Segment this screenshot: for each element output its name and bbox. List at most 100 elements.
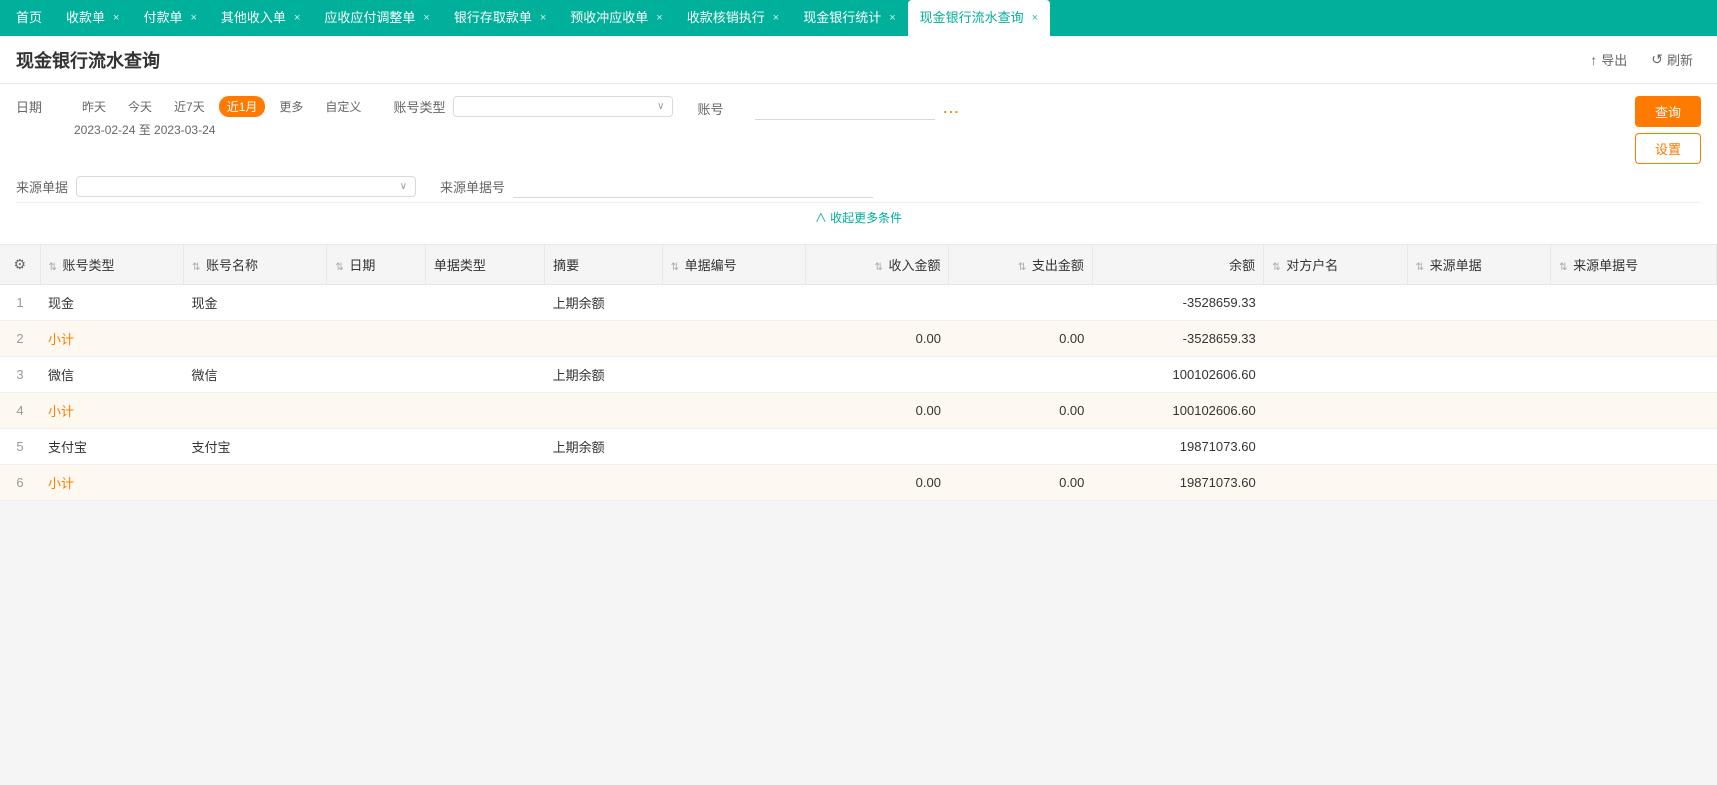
cell-source-doc-no bbox=[1551, 429, 1717, 465]
date-yesterday[interactable]: 昨天 bbox=[74, 96, 114, 117]
account-type-chevron: ∨ bbox=[657, 101, 664, 112]
header-actions: ↑ 导出 ↺ 刷新 bbox=[1582, 46, 1701, 73]
cell-doc-type bbox=[425, 321, 544, 357]
cell-account-type: 小计 bbox=[40, 321, 183, 357]
cell-date bbox=[327, 285, 426, 321]
cell-counterparty bbox=[1264, 357, 1407, 393]
th-settings: ⚙ bbox=[0, 245, 40, 285]
cell-account-name bbox=[183, 465, 326, 501]
nav-bank-flow[interactable]: 现金银行流水查询 × bbox=[908, 0, 1050, 36]
close-other-income-tab[interactable]: × bbox=[294, 0, 300, 36]
table-row[interactable]: 6 小计 0.00 0.00 19871073.60 bbox=[0, 465, 1717, 501]
nav-receipt[interactable]: 收款单 × bbox=[54, 0, 131, 36]
row-number: 3 bbox=[0, 357, 40, 393]
date-1month[interactable]: 近1月 bbox=[219, 96, 266, 117]
date-today[interactable]: 今天 bbox=[120, 96, 160, 117]
sort-source-doc-icon[interactable]: ⇅ bbox=[1416, 262, 1424, 273]
export-button[interactable]: ↑ 导出 bbox=[1582, 46, 1635, 73]
source-doc-select[interactable]: ∨ bbox=[76, 176, 416, 197]
nav-home[interactable]: 首页 bbox=[4, 0, 54, 36]
nav-other-income[interactable]: 其他收入单 × bbox=[209, 0, 312, 36]
data-table: ⚙ ⇅ 账号类型 ⇅ 账号名称 ⇅ 日期 单据类型 bbox=[0, 245, 1717, 501]
close-bank-deposit-tab[interactable]: × bbox=[540, 0, 546, 36]
nav-collection-exec[interactable]: 收款核销执行 × bbox=[675, 0, 791, 36]
account-type-label: 账号类型 bbox=[393, 97, 445, 116]
cell-source-doc-no bbox=[1551, 321, 1717, 357]
cell-expense bbox=[949, 429, 1092, 465]
th-doc-no: ⇅ 单据编号 bbox=[662, 245, 805, 285]
cell-date bbox=[327, 465, 426, 501]
source-doc-label: 来源单据 bbox=[16, 177, 68, 196]
collapse-button[interactable]: ∧ 收起更多条件 bbox=[16, 202, 1701, 232]
refresh-button[interactable]: ↺ 刷新 bbox=[1643, 46, 1701, 73]
close-adjustment-tab[interactable]: × bbox=[423, 0, 429, 36]
sort-expense-icon[interactable]: ⇅ bbox=[1018, 262, 1026, 273]
cell-balance: -3528659.33 bbox=[1092, 285, 1263, 321]
source-doc-num-label: 来源单据号 bbox=[440, 177, 505, 196]
cell-account-type: 支付宝 bbox=[40, 429, 183, 465]
close-collection-exec-tab[interactable]: × bbox=[773, 0, 779, 36]
table-settings-icon[interactable]: ⚙ bbox=[13, 256, 26, 272]
cell-balance: 100102606.60 bbox=[1092, 357, 1263, 393]
cell-doc-type bbox=[425, 465, 544, 501]
sort-account-name-icon[interactable]: ⇅ bbox=[192, 262, 200, 273]
cell-expense: 0.00 bbox=[949, 321, 1092, 357]
cell-doc-no bbox=[662, 285, 805, 321]
date-more[interactable]: 更多 bbox=[271, 96, 311, 117]
page-title: 现金银行流水查询 bbox=[16, 47, 160, 73]
sort-income-icon[interactable]: ⇅ bbox=[874, 262, 882, 273]
cell-account-name bbox=[183, 393, 326, 429]
cell-account-name bbox=[183, 321, 326, 357]
date-shortcuts: 昨天 今天 近7天 近1月 更多 自定义 bbox=[74, 96, 369, 117]
account-ellipsis-button[interactable]: ... bbox=[943, 101, 960, 116]
th-source-doc: ⇅ 来源单据 bbox=[1407, 245, 1550, 285]
close-bank-stats-tab[interactable]: × bbox=[889, 0, 895, 36]
table-row[interactable]: 1 现金 现金 上期余额 -3528659.33 bbox=[0, 285, 1717, 321]
cell-summary: 上期余额 bbox=[545, 429, 662, 465]
date-7days[interactable]: 近7天 bbox=[166, 96, 213, 117]
source-doc-num-filter: 来源单据号 bbox=[440, 174, 873, 198]
close-receipt-tab[interactable]: × bbox=[113, 0, 119, 36]
sort-doc-no-icon[interactable]: ⇅ bbox=[671, 262, 679, 273]
account-input[interactable] bbox=[755, 96, 935, 120]
cell-income bbox=[806, 429, 949, 465]
th-summary: 摘要 bbox=[545, 245, 662, 285]
cell-summary: 上期余额 bbox=[545, 357, 662, 393]
sort-account-type-icon[interactable]: ⇅ bbox=[49, 262, 57, 273]
sort-source-doc-no-icon[interactable]: ⇅ bbox=[1559, 262, 1567, 273]
settings-button[interactable]: 设置 bbox=[1635, 133, 1701, 164]
source-doc-num-input[interactable] bbox=[513, 174, 873, 198]
table-row[interactable]: 3 微信 微信 上期余额 100102606.60 bbox=[0, 357, 1717, 393]
query-button[interactable]: 查询 bbox=[1635, 96, 1701, 127]
account-type-select[interactable]: ∨ bbox=[453, 96, 673, 117]
table-row[interactable]: 2 小计 0.00 0.00 -3528659.33 bbox=[0, 321, 1717, 357]
sort-counterparty-icon[interactable]: ⇅ bbox=[1272, 262, 1280, 273]
sort-date-icon[interactable]: ⇅ bbox=[335, 262, 343, 273]
table-container: ⚙ ⇅ 账号类型 ⇅ 账号名称 ⇅ 日期 单据类型 bbox=[0, 245, 1717, 501]
nav-adjustment[interactable]: 应收应付调整单 × bbox=[312, 0, 441, 36]
account-label: 账号 bbox=[697, 99, 747, 118]
table-scroll[interactable]: ⚙ ⇅ 账号类型 ⇅ 账号名称 ⇅ 日期 单据类型 bbox=[0, 245, 1717, 501]
table-row[interactable]: 5 支付宝 支付宝 上期余额 19871073.60 bbox=[0, 429, 1717, 465]
cell-source-doc-no bbox=[1551, 393, 1717, 429]
cell-counterparty bbox=[1264, 465, 1407, 501]
table-row[interactable]: 4 小计 0.00 0.00 100102606.60 bbox=[0, 393, 1717, 429]
cell-source-doc bbox=[1407, 393, 1550, 429]
cell-account-name: 微信 bbox=[183, 357, 326, 393]
filter-area: 日期 昨天 今天 近7天 近1月 更多 自定义 2023-02-24 至 202… bbox=[0, 84, 1717, 245]
nav-bank-deposit[interactable]: 银行存取款单 × bbox=[442, 0, 558, 36]
close-payment-tab[interactable]: × bbox=[190, 0, 196, 36]
cell-date bbox=[327, 429, 426, 465]
cell-doc-type bbox=[425, 393, 544, 429]
th-account-name: ⇅ 账号名称 bbox=[183, 245, 326, 285]
close-advance-collection-tab[interactable]: × bbox=[656, 0, 662, 36]
account-type-filter: 账号类型 ∨ bbox=[393, 96, 673, 117]
date-custom[interactable]: 自定义 bbox=[317, 96, 369, 117]
close-bank-flow-tab[interactable]: × bbox=[1032, 0, 1038, 36]
cell-counterparty bbox=[1264, 285, 1407, 321]
th-expense: ⇅ 支出金额 bbox=[949, 245, 1092, 285]
nav-payment[interactable]: 付款单 × bbox=[131, 0, 208, 36]
nav-bank-stats[interactable]: 现金银行统计 × bbox=[791, 0, 907, 36]
th-account-type: ⇅ 账号类型 bbox=[40, 245, 183, 285]
nav-advance-collection[interactable]: 预收冲应收单 × bbox=[558, 0, 674, 36]
